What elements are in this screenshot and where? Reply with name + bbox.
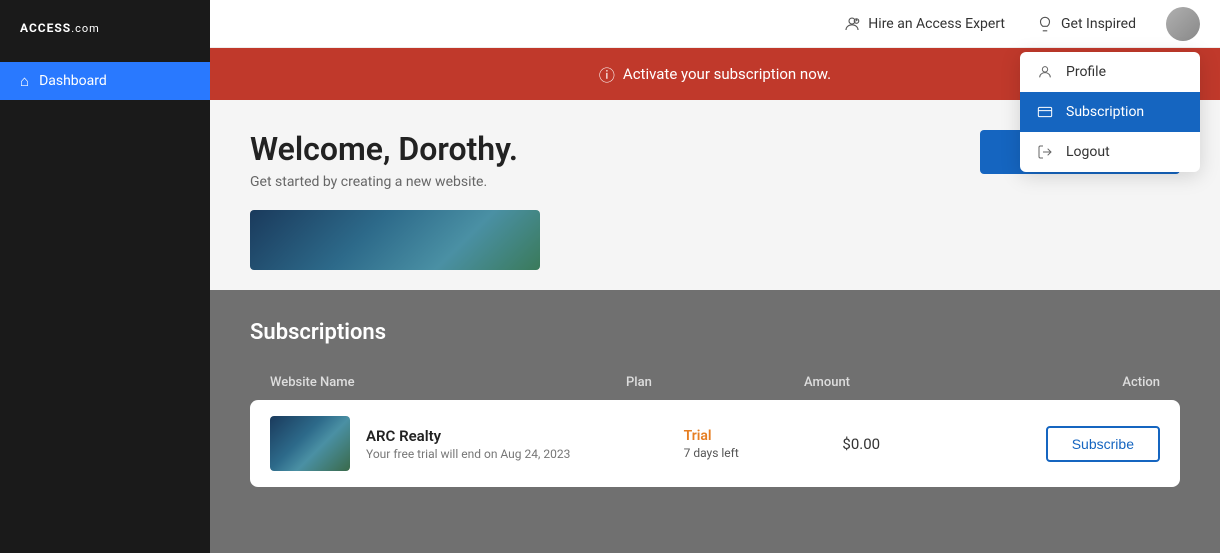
subscriptions-section: Subscriptions Website Name Plan Amount A… <box>210 290 1220 553</box>
dropdown-item-profile[interactable]: Profile <box>1020 52 1200 92</box>
site-info: ARC Realty Your free trial will end on A… <box>366 427 684 461</box>
sidebar-nav: ⌂ Dashboard <box>0 52 210 110</box>
logout-icon <box>1036 144 1054 160</box>
action-column: Subscribe <box>1001 426 1160 462</box>
header-amount: Amount <box>804 375 982 390</box>
hire-expert-link[interactable]: Hire an Access Expert <box>842 14 1005 34</box>
site-description: Your free trial will end on Aug 24, 2023 <box>366 447 684 461</box>
header-action: Action <box>982 375 1160 390</box>
header-website-name: Website Name <box>270 375 626 390</box>
main-content-area: Hire an Access Expert Get Inspired <box>210 0 1220 553</box>
brand-logo: ACCESS.com <box>20 16 100 37</box>
subscriptions-title: Subscriptions <box>250 320 1180 345</box>
plan-column: Trial 7 days left <box>684 428 843 460</box>
page-container: ACCESS.com ⌂ Dashboard <box>0 0 1220 553</box>
dropdown-item-subscription[interactable]: Subscription <box>1020 92 1200 132</box>
sidebar-logo: ACCESS.com <box>0 0 210 52</box>
brand-tld: .com <box>71 22 100 35</box>
sidebar-item-label: Dashboard <box>39 73 107 89</box>
get-inspired-link[interactable]: Get Inspired <box>1035 14 1136 34</box>
website-preview-thumbnail <box>250 210 540 270</box>
sidebar: ACCESS.com ⌂ Dashboard <box>0 0 210 553</box>
site-name: ARC Realty <box>366 427 684 445</box>
subscription-icon <box>1036 104 1054 120</box>
alert-icon: ⓘ <box>599 62 615 86</box>
table-header-row: Website Name Plan Amount Action <box>250 365 1180 400</box>
home-icon: ⌂ <box>20 72 29 90</box>
lightbulb-icon <box>1035 14 1055 34</box>
get-inspired-label: Get Inspired <box>1061 16 1136 32</box>
dropdown-subscription-label: Subscription <box>1066 104 1144 120</box>
subscriptions-table: Website Name Plan Amount Action ARC Real… <box>250 365 1180 487</box>
brand-name: ACCESS <box>20 21 71 35</box>
profile-icon <box>1036 64 1054 80</box>
welcome-subtitle: Get started by creating a new website. <box>250 174 1180 190</box>
amount-value: $0.00 <box>842 435 1001 453</box>
dropdown-item-logout[interactable]: Logout <box>1020 132 1200 172</box>
hire-expert-label: Hire an Access Expert <box>868 16 1005 32</box>
dropdown-logout-label: Logout <box>1066 144 1110 160</box>
header-plan: Plan <box>626 375 804 390</box>
table-row: ARC Realty Your free trial will end on A… <box>250 400 1180 487</box>
alert-message: Activate your subscription now. <box>623 65 831 83</box>
user-avatar[interactable] <box>1166 7 1200 41</box>
site-thumbnail <box>270 416 350 471</box>
dropdown-profile-label: Profile <box>1066 64 1106 80</box>
avatar-image <box>1166 7 1200 41</box>
top-nav: Hire an Access Expert Get Inspired <box>210 0 1220 48</box>
sidebar-item-dashboard[interactable]: ⌂ Dashboard <box>0 62 210 100</box>
plan-days-left: 7 days left <box>684 446 843 460</box>
plan-name: Trial <box>684 428 843 444</box>
subscribe-button[interactable]: Subscribe <box>1046 426 1160 462</box>
expert-icon <box>842 14 862 34</box>
user-dropdown-menu: Profile Subscription <box>1020 52 1200 172</box>
